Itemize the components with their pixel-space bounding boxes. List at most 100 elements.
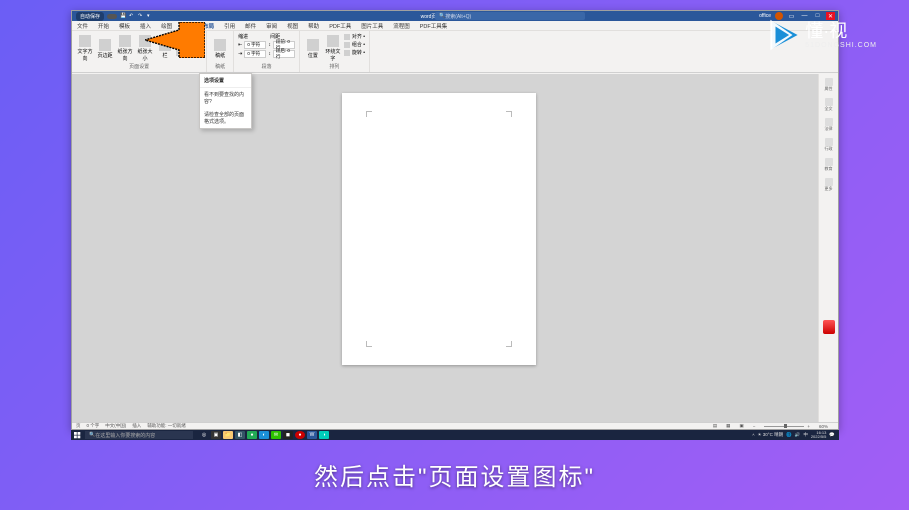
word-icon[interactable]: W xyxy=(307,431,317,439)
paper-button[interactable]: 稿纸 xyxy=(211,33,229,64)
menu-draw[interactable]: 绘图 xyxy=(156,22,177,30)
rp-legal[interactable]: 法律 xyxy=(822,118,836,132)
zoom-thumb[interactable] xyxy=(784,424,787,428)
spacing-before-icon: ↕ xyxy=(268,42,271,48)
group-button[interactable]: 组合 • xyxy=(344,41,365,48)
edge-icon[interactable]: ◐ xyxy=(259,431,269,439)
word-window: 自动保存 💾 ↶ ↷ ▾ word页面距边界怎么设置.docx • 🔍 搜索(A… xyxy=(71,10,839,430)
breaks-button[interactable]: 分隔符 • xyxy=(176,33,202,40)
undo-icon[interactable]: ↶ xyxy=(129,13,135,19)
tray-network-icon[interactable]: 🌐 xyxy=(786,432,792,438)
menu-file[interactable]: 文件 xyxy=(72,22,93,30)
rp-fulltext[interactable]: 全文 xyxy=(822,98,836,112)
wrap-text-button[interactable]: 环绕文字 xyxy=(324,33,342,64)
margin-corner-tr xyxy=(506,111,512,117)
admin-icon xyxy=(825,138,833,146)
tray-clock[interactable]: 16:13 2022/5/5 xyxy=(811,431,827,439)
tray-expand-icon[interactable]: ^ xyxy=(752,433,754,438)
menu-pdf-tools[interactable]: PDF工具 xyxy=(324,22,356,30)
status-wordcount[interactable]: 0 个字 xyxy=(87,423,100,429)
document-area[interactable] xyxy=(72,74,818,422)
taskview-icon[interactable]: ◎ xyxy=(199,431,209,439)
autosave-toggle[interactable] xyxy=(107,14,117,19)
weather-widget[interactable]: ☀ 30°C 晴朗 xyxy=(757,432,783,438)
status-page[interactable]: 页 xyxy=(76,423,81,429)
tray-ime-icon[interactable]: 中 xyxy=(803,432,808,438)
view-web-icon[interactable]: ▣ xyxy=(739,423,743,429)
menu-flowchart[interactable]: 流程图 xyxy=(388,22,415,30)
watermark-brand: 懂·视 xyxy=(805,22,847,40)
columns-button[interactable]: 栏 xyxy=(156,33,174,64)
rp-properties[interactable]: 属性 xyxy=(822,78,836,92)
app-icon-4[interactable]: ◑ xyxy=(319,431,329,439)
menu-pdf-toolset[interactable]: PDF工具集 xyxy=(415,22,453,30)
group-icon xyxy=(344,42,350,48)
paragraph-label: 段落 xyxy=(238,64,295,71)
orientation-icon xyxy=(119,35,131,47)
size-button[interactable]: 纸张大小 xyxy=(136,33,154,64)
zoom-out-icon[interactable]: − xyxy=(753,424,756,429)
page-1[interactable] xyxy=(342,93,536,365)
tray-notifications-icon[interactable]: 💬 xyxy=(829,432,835,438)
dropdown-item-2[interactable]: 请检查全部的页面格式选项。 xyxy=(200,108,251,128)
gift-icon[interactable] xyxy=(823,320,835,334)
menu-view[interactable]: 视图 xyxy=(282,22,303,30)
record-icon[interactable]: ● xyxy=(295,431,305,439)
margins-icon xyxy=(99,39,111,51)
menu-references[interactable]: 引用 xyxy=(219,22,240,30)
menu-mailings[interactable]: 邮件 xyxy=(240,22,261,30)
position-button[interactable]: 位置 xyxy=(304,33,322,64)
margins-button[interactable]: 页边距 xyxy=(96,33,114,64)
view-print-icon[interactable]: ▦ xyxy=(726,423,730,429)
status-accessibility[interactable]: 辅助功能: 一切就绪 xyxy=(147,423,186,429)
zoom-value[interactable]: 60% xyxy=(819,424,828,429)
rp-edu[interactable]: 教育 xyxy=(822,158,836,172)
hyphenation-button[interactable]: 断字 • xyxy=(176,49,202,56)
menu-template[interactable]: 模板 xyxy=(114,22,135,30)
spacing-after-input[interactable]: 段后: 0 行 xyxy=(273,50,295,58)
start-button[interactable] xyxy=(71,430,83,440)
menu-help[interactable]: 帮助 xyxy=(303,22,324,30)
rp-admin[interactable]: 行政 xyxy=(822,138,836,152)
tray-volume-icon[interactable]: 🔊 xyxy=(795,432,801,438)
menu-home[interactable]: 开始 xyxy=(93,22,114,30)
hyphenation-icon xyxy=(176,50,182,56)
menu-layout[interactable]: 布局 xyxy=(198,22,219,30)
title-search[interactable]: 🔍 搜索(Alt+Q) xyxy=(435,12,585,20)
rotate-button[interactable]: 旋转 • xyxy=(344,49,365,56)
align-button[interactable]: 对齐 • xyxy=(344,33,365,40)
chrome-icon[interactable]: ● xyxy=(247,431,257,439)
menu-insert[interactable]: 插入 xyxy=(135,22,156,30)
fulltext-icon xyxy=(825,98,833,106)
zoom-slider[interactable] xyxy=(764,426,804,427)
app-icon-2[interactable]: ◧ xyxy=(235,431,245,439)
text-direction-button[interactable]: 文字方向 xyxy=(76,33,94,64)
menu-design[interactable]: 设计 xyxy=(177,22,198,30)
margin-corner-bl xyxy=(366,341,372,347)
redo-icon[interactable]: ↷ xyxy=(138,13,144,19)
menu-review[interactable]: 审阅 xyxy=(261,22,282,30)
app-icon-3[interactable]: ◼ xyxy=(283,431,293,439)
explorer-icon[interactable]: 📁 xyxy=(223,431,233,439)
indent-right-input[interactable]: 0 字符 xyxy=(244,50,266,58)
wechat-icon[interactable]: ✉ xyxy=(271,431,281,439)
taskbar: 🔍 在这里输入你要搜索的内容 ◎ ▣ 📁 ◧ ● ◐ ✉ ◼ ● W ◑ ^ ☀… xyxy=(71,430,839,440)
page-setup-dropdown: 选项设置 看不到要查找的内容? 请检查全部的页面格式选项。 xyxy=(199,73,252,129)
line-numbers-button[interactable]: 行号 • xyxy=(176,41,202,48)
status-lang[interactable]: 中文(中国) xyxy=(105,423,126,429)
taskbar-search[interactable]: 🔍 在这里输入你要搜索的内容 xyxy=(85,431,193,439)
menu-picture-tools[interactable]: 图片工具 xyxy=(356,22,388,30)
zoom-in-icon[interactable]: + xyxy=(807,424,810,429)
page-setup-label[interactable]: 页面设置 xyxy=(76,64,202,71)
titlebar-left: 自动保存 💾 ↶ ↷ ▾ xyxy=(72,12,153,21)
arrange-stack: 对齐 • 组合 • 旋转 • xyxy=(344,33,365,64)
dropdown-item-1[interactable]: 看不到要查找的内容? xyxy=(200,88,251,108)
view-readmode-icon[interactable]: ▤ xyxy=(713,423,717,429)
orientation-button[interactable]: 纸张方向 xyxy=(116,33,134,64)
indent-left-input[interactable]: 0 字符 xyxy=(244,41,266,49)
app-icon-1[interactable]: ▣ xyxy=(211,431,221,439)
text-direction-icon xyxy=(79,35,91,47)
status-insert[interactable]: 插入 xyxy=(132,423,141,429)
rp-more[interactable]: 更多 xyxy=(822,178,836,192)
save-icon[interactable]: 💾 xyxy=(120,13,126,19)
